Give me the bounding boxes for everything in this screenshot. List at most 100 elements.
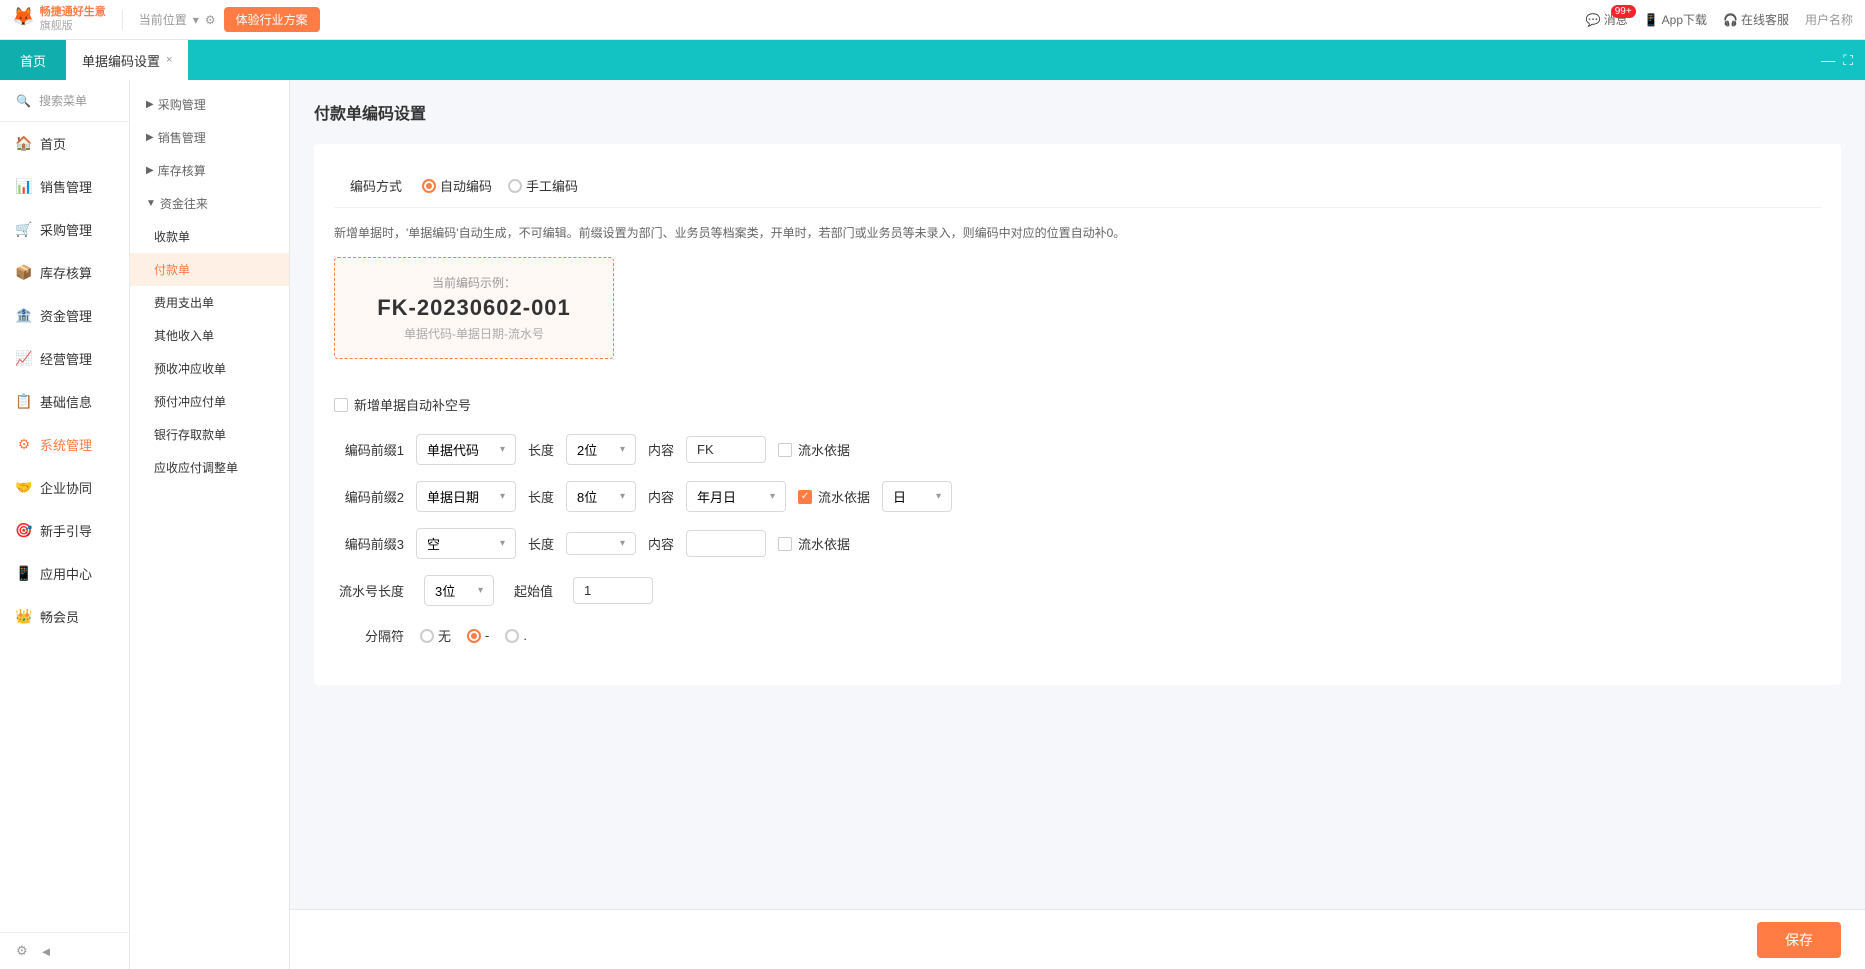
- tab-close-button[interactable]: ×: [166, 54, 172, 66]
- content3-label: 内容: [648, 534, 674, 553]
- app-download-button[interactable]: 📱 App下载: [1644, 11, 1707, 28]
- sep-dash-radio[interactable]: -: [467, 628, 489, 643]
- online-service-button[interactable]: 🎧 在线客服: [1723, 11, 1789, 28]
- sidebar-item-operation[interactable]: 📈 经营管理: [0, 337, 129, 380]
- separator-row: 分隔符 无 - .: [334, 626, 1821, 645]
- auto-fill-checkbox[interactable]: [334, 398, 348, 412]
- online-service-icon: 🎧: [1723, 13, 1738, 27]
- serial2-checkbox[interactable]: ✓: [798, 490, 812, 504]
- search-icon: 🔍: [16, 94, 31, 108]
- tab-home[interactable]: 首页: [0, 40, 66, 80]
- sidebar-item-operation-label: 经营管理: [40, 349, 92, 368]
- content2-value: 年月日: [697, 487, 736, 506]
- group-label-purchase: 采购管理: [158, 96, 206, 113]
- sidebar-item-member-label: 畅会员: [40, 607, 79, 626]
- start-value-input[interactable]: [573, 577, 653, 604]
- enterprise-icon: 🤝: [16, 480, 32, 496]
- serial-length-select[interactable]: 3位 ▾: [424, 575, 494, 606]
- length3-select[interactable]: ▾: [566, 532, 636, 555]
- nav-settings-icon[interactable]: ⚙: [205, 13, 216, 27]
- length2-arrow-icon: ▾: [620, 491, 625, 502]
- content2-label: 内容: [648, 487, 674, 506]
- start-value-label: 起始值: [514, 581, 553, 600]
- sidebar-item-payment[interactable]: 付款单: [130, 253, 289, 286]
- app-download-icon: 📱: [1644, 13, 1659, 27]
- sidebar-item-finance[interactable]: 🏦 资金管理: [0, 294, 129, 337]
- length2-select[interactable]: 8位 ▾: [566, 481, 636, 512]
- manual-code-radio-dot: [508, 179, 522, 193]
- sidebar-item-purchase[interactable]: 🛒 采购管理: [0, 208, 129, 251]
- sidebar-item-guide-label: 新手引导: [40, 521, 92, 540]
- sidebar-group-capital-title[interactable]: ▼ 资金往来: [130, 187, 289, 220]
- page-title: 付款单编码设置: [314, 100, 1841, 124]
- guide-icon: 🎯: [16, 523, 32, 539]
- prefix1-select[interactable]: 单据代码 ▾: [416, 434, 516, 465]
- length1-arrow-icon: ▾: [620, 444, 625, 455]
- sidebar-item-expense[interactable]: 费用支出单: [130, 286, 289, 319]
- manual-code-radio[interactable]: 手工编码: [508, 176, 578, 195]
- sidebar-item-enterprise[interactable]: 🤝 企业协同: [0, 466, 129, 509]
- prefix2-select[interactable]: 单据日期 ▾: [416, 481, 516, 512]
- bottom-settings-icon[interactable]: ⚙: [16, 943, 28, 959]
- appcenter-icon: 📱: [16, 566, 32, 582]
- nav-search[interactable]: 🔍 搜索菜单: [0, 80, 129, 122]
- sidebar-item-member[interactable]: 👑 畅会员: [0, 595, 129, 638]
- content2-select[interactable]: 年月日 ▾: [686, 481, 786, 512]
- app-logo: 🦊 畅捷通好生意 旗舰版: [12, 6, 106, 32]
- tab-current-label: 单据编码设置: [82, 51, 160, 70]
- message-icon: 💬: [1586, 13, 1601, 27]
- nav-sidebar: 🔍 搜索菜单 🏠 首页 📊 销售管理 🛒 采购管理 📦 库存核算 🏦 资金管理 …: [0, 80, 130, 969]
- sidebar-group-capital: ▼ 资金往来 收款单 付款单 费用支出单 其他收入单 预收冲应收单 预付冲应付单…: [130, 187, 289, 484]
- sep-none-radio[interactable]: 无: [420, 626, 451, 645]
- sidebar-item-guide[interactable]: 🎯 新手引导: [0, 509, 129, 552]
- sidebar-item-prepay-receivable[interactable]: 预收冲应收单: [130, 352, 289, 385]
- length3-label: 长度: [528, 534, 554, 553]
- save-footer: 保存: [290, 909, 1865, 969]
- sidebar-item-inventory[interactable]: 📦 库存核算: [0, 251, 129, 294]
- sidebar-group-sales-title[interactable]: ▶ 销售管理: [130, 121, 289, 154]
- sidebar-item-home[interactable]: 🏠 首页: [0, 122, 129, 165]
- sidebar-item-prepay-payable[interactable]: 预付冲应付单: [130, 385, 289, 418]
- sidebar-item-receipt[interactable]: 收款单: [130, 220, 289, 253]
- finance-icon: 🏦: [16, 308, 32, 324]
- message-button[interactable]: 💬 消息 99+: [1586, 11, 1628, 28]
- sidebar-group-inventory-title[interactable]: ▶ 库存核算: [130, 154, 289, 187]
- coding-method-label: 编码方式: [350, 176, 402, 195]
- trial-button[interactable]: 体验行业方案: [224, 7, 320, 32]
- sidebar-item-adjust[interactable]: 应收应付调整单: [130, 451, 289, 484]
- sidebar-item-appcenter[interactable]: 📱 应用中心: [0, 552, 129, 595]
- serial3-checkbox[interactable]: [778, 537, 792, 551]
- tab-minimize-icon[interactable]: —: [1821, 52, 1835, 68]
- user-avatar[interactable]: 用户名称: [1805, 11, 1853, 28]
- sidebar-item-sales[interactable]: 📊 销售管理: [0, 165, 129, 208]
- content1-input[interactable]: [686, 436, 766, 463]
- serial1-checkbox[interactable]: [778, 443, 792, 457]
- sidebar-item-basic[interactable]: 📋 基础信息: [0, 380, 129, 423]
- sidebar-item-bank[interactable]: 银行存取款单: [130, 418, 289, 451]
- content-area: 付款单编码设置 编码方式 自动编码 手工编码: [290, 80, 1865, 909]
- tab-maximize-icon[interactable]: ⛶: [1843, 52, 1853, 69]
- content3-input[interactable]: [686, 530, 766, 557]
- nav-dropdown-icon[interactable]: ▾: [193, 13, 199, 27]
- online-service-label: 在线客服: [1741, 11, 1789, 28]
- inventory-icon: 📦: [16, 265, 32, 281]
- bottom-collapse-icon[interactable]: ◄: [40, 944, 53, 959]
- serial-length-arrow-icon: ▾: [478, 585, 483, 596]
- prefix3-select[interactable]: 空 ▾: [416, 528, 516, 559]
- second-sidebar: ▶ 采购管理 ▶ 销售管理 ▶ 库存核算 ▼ 资金往来 收款单 付款单 费用支出…: [130, 80, 290, 969]
- sidebar-group-purchase-title[interactable]: ▶ 采购管理: [130, 88, 289, 121]
- auto-code-radio[interactable]: 自动编码: [422, 176, 492, 195]
- serial1-checkbox-group: 流水依据: [778, 440, 850, 459]
- length1-select[interactable]: 2位 ▾: [566, 434, 636, 465]
- serial2-unit-select[interactable]: 日 ▾: [882, 481, 952, 512]
- content1-label: 内容: [648, 440, 674, 459]
- group-label-sales: 销售管理: [158, 129, 206, 146]
- top-bar-right: 💬 消息 99+ 📱 App下载 🎧 在线客服 用户名称: [1586, 11, 1853, 28]
- tab-current[interactable]: 单据编码设置 ×: [66, 40, 188, 80]
- sidebar-item-system[interactable]: ⚙ 系统管理: [0, 423, 129, 466]
- sep-dot-radio[interactable]: .: [505, 628, 527, 643]
- sidebar-item-other-income[interactable]: 其他收入单: [130, 319, 289, 352]
- prefix-row-1: 编码前缀1 单据代码 ▾ 长度 2位 ▾ 内容 流水依据: [334, 434, 1821, 465]
- prefix1-label: 编码前缀1: [334, 440, 404, 459]
- save-button[interactable]: 保存: [1757, 922, 1841, 958]
